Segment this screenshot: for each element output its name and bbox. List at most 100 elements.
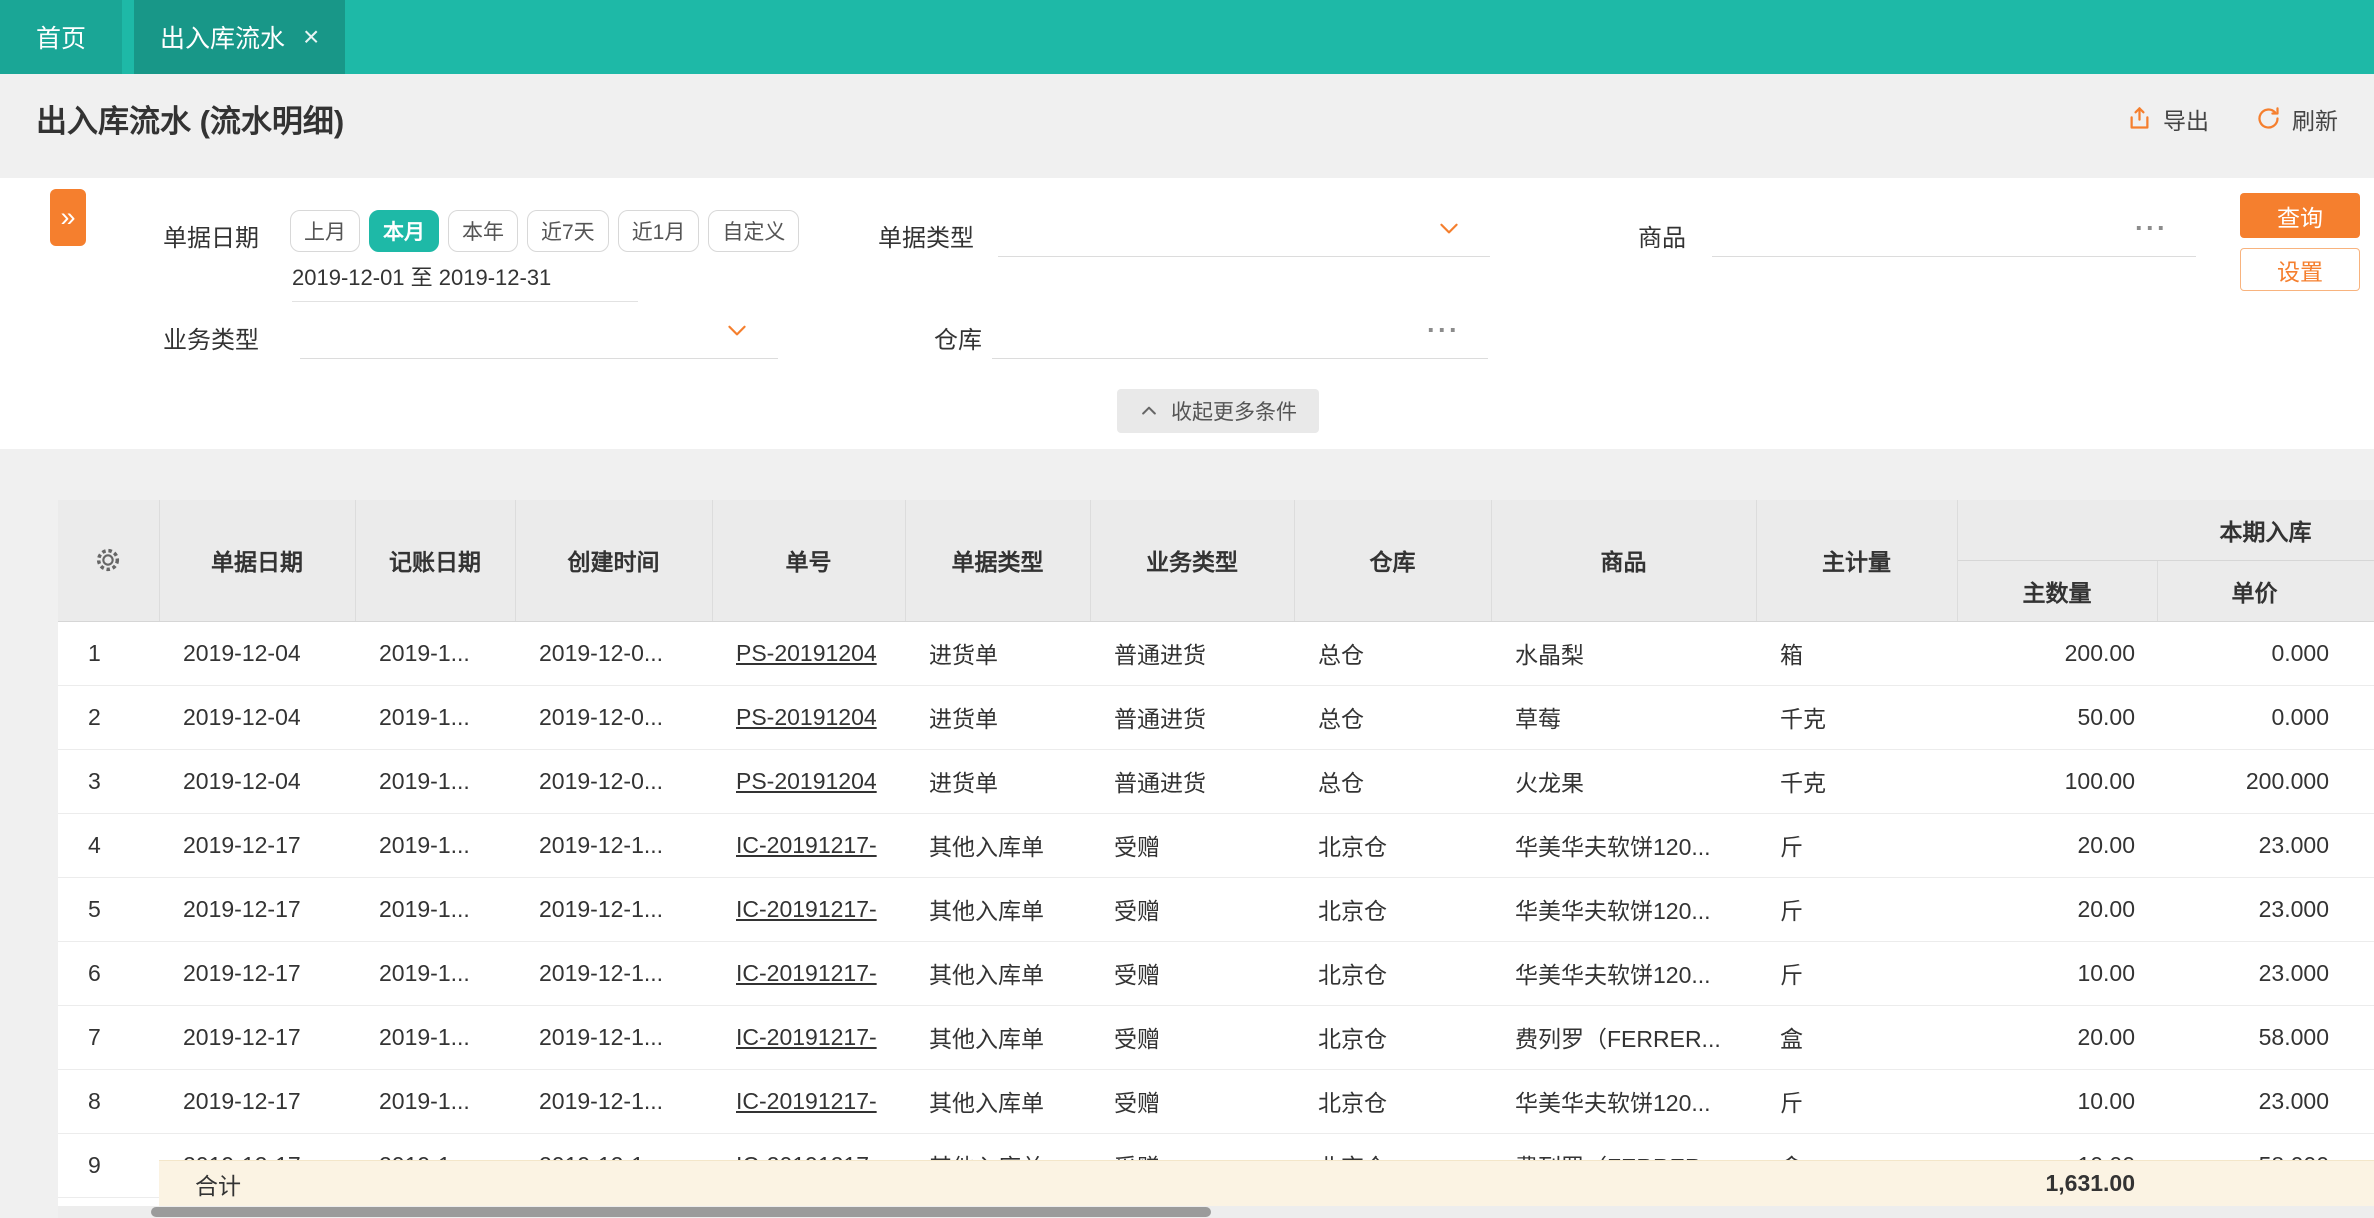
cell-doc-type: 其他入库单	[905, 877, 1090, 942]
cell-warehouse: 总仓	[1294, 749, 1491, 814]
cell-doc-no: IC-20191217-	[712, 941, 905, 1006]
col-header-doc-date[interactable]: 单据日期	[159, 500, 356, 622]
cell-main-unit: 斤	[1756, 877, 1957, 942]
cell-created-time: 2019-12-0...	[515, 685, 712, 750]
cell-biz-type: 受赠	[1090, 813, 1294, 878]
refresh-button[interactable]: 刷新	[2255, 102, 2338, 136]
cell-account-date: 2019-1...	[355, 941, 515, 1006]
cell-unit-price: 0.000	[2157, 685, 2374, 750]
doc-no-link[interactable]: PS-20191204	[736, 768, 877, 794]
table-row[interactable]: 1 2019-12-04 2019-1... 2019-12-0... PS-2…	[58, 621, 2374, 686]
col-header-biz-type[interactable]: 业务类型	[1090, 500, 1295, 622]
doc-no-link[interactable]: IC-20191217-	[736, 896, 877, 922]
top-tab-bar: 首页 出入库流水 ×	[0, 0, 2374, 74]
header-actions: 导出 刷新	[2126, 102, 2338, 136]
cell-doc-no: IC-20191217-	[712, 1005, 905, 1070]
col-header-doc-no[interactable]: 单号	[712, 500, 906, 622]
cell-created-time: 2019-12-0...	[515, 621, 712, 686]
table-row[interactable]: 4 2019-12-17 2019-1... 2019-12-1... IC-2…	[58, 813, 2374, 878]
cell-warehouse: 北京仓	[1294, 1069, 1491, 1134]
doc-no-link[interactable]: IC-20191217-	[736, 1088, 877, 1114]
row-index: 3	[58, 749, 159, 814]
cell-created-time: 2019-12-1...	[515, 941, 712, 1006]
preset-this-month[interactable]: 本月	[369, 210, 439, 252]
flow-table: 单据日期 记账日期 创建时间 单号 单据类型 业务类型 仓库 商品 主计量 本期…	[58, 500, 2374, 1218]
row-index: 8	[58, 1069, 159, 1134]
col-header-warehouse[interactable]: 仓库	[1294, 500, 1492, 622]
table-row[interactable]: 5 2019-12-17 2019-1... 2019-12-1... IC-2…	[58, 877, 2374, 942]
preset-last-1-month[interactable]: 近1月	[617, 210, 700, 252]
horizontal-scrollbar[interactable]	[58, 1206, 2374, 1218]
warehouse-label: 仓库	[934, 327, 982, 354]
cell-main-unit: 斤	[1756, 813, 1957, 878]
doc-no-link[interactable]: IC-20191217-	[736, 1024, 877, 1050]
preset-custom[interactable]: 自定义	[708, 210, 800, 252]
table-row[interactable]: 7 2019-12-17 2019-1... 2019-12-1... IC-2…	[58, 1005, 2374, 1070]
export-label: 导出	[2163, 107, 2209, 134]
cell-created-time: 2019-12-1...	[515, 1005, 712, 1070]
cell-biz-type: 普通进货	[1090, 621, 1294, 686]
doc-no-link[interactable]: IC-20191217-	[736, 832, 877, 858]
product-picker[interactable]	[1712, 200, 2196, 257]
refresh-label: 刷新	[2292, 107, 2338, 134]
col-header-product[interactable]: 商品	[1491, 500, 1757, 622]
cell-main-unit: 箱	[1756, 621, 1957, 686]
table-row[interactable]: 3 2019-12-04 2019-1... 2019-12-0... PS-2…	[58, 749, 2374, 814]
cell-doc-type: 其他入库单	[905, 941, 1090, 1006]
preset-this-year[interactable]: 本年	[448, 210, 518, 252]
doc-type-select[interactable]	[998, 200, 1490, 257]
doc-no-link[interactable]: PS-20191204	[736, 704, 877, 730]
cell-biz-type: 受赠	[1090, 1069, 1294, 1134]
table-row[interactable]: 6 2019-12-17 2019-1... 2019-12-1... IC-2…	[58, 941, 2374, 1006]
row-index: 2	[58, 685, 159, 750]
table-row[interactable]: 8 2019-12-17 2019-1... 2019-12-1... IC-2…	[58, 1069, 2374, 1134]
preset-last-month[interactable]: 上月	[290, 210, 360, 252]
settings-button[interactable]: 设置	[2240, 248, 2360, 291]
cell-doc-no: PS-20191204	[712, 749, 905, 814]
biz-type-select[interactable]	[300, 302, 778, 359]
cell-account-date: 2019-1...	[355, 749, 515, 814]
cell-doc-no: IC-20191217-	[712, 1069, 905, 1134]
cell-main-qty: 20.00	[1957, 877, 2157, 942]
cell-unit-price: 0.000	[2157, 621, 2374, 686]
doc-no-link[interactable]: PS-20191204	[736, 640, 877, 666]
col-header-main-qty[interactable]: 主数量	[1957, 560, 2158, 622]
filter-panel: » 单据日期 上月 本月 本年 近7天 近1月 自定义 2019-12-01 至…	[0, 178, 2374, 449]
date-range-value[interactable]: 2019-12-01 至 2019-12-31	[292, 260, 638, 302]
column-settings-header[interactable]	[58, 500, 160, 622]
collapse-conditions-button[interactable]: 收起更多条件	[1117, 389, 1319, 433]
cell-doc-type: 进货单	[905, 749, 1090, 814]
cell-warehouse: 北京仓	[1294, 813, 1491, 878]
cell-doc-date: 2019-12-17	[159, 1005, 355, 1070]
cell-product: 华美华夫软饼120...	[1491, 877, 1756, 942]
col-header-created-time[interactable]: 创建时间	[515, 500, 713, 622]
ellipsis-icon	[2135, 215, 2168, 242]
cell-created-time: 2019-12-1...	[515, 877, 712, 942]
cell-warehouse: 总仓	[1294, 685, 1491, 750]
cell-main-qty: 50.00	[1957, 685, 2157, 750]
query-button[interactable]: 查询	[2240, 193, 2360, 238]
export-button[interactable]: 导出	[2126, 102, 2209, 136]
preset-last-7-days[interactable]: 近7天	[527, 210, 609, 252]
horizontal-scrollbar-thumb[interactable]	[151, 1207, 1211, 1217]
cell-created-time: 2019-12-1...	[515, 1069, 712, 1134]
cell-main-qty: 20.00	[1957, 1005, 2157, 1070]
cell-unit-price: 23.000	[2157, 877, 2374, 942]
cell-account-date: 2019-1...	[355, 621, 515, 686]
table-row[interactable]: 2 2019-12-04 2019-1... 2019-12-0... PS-2…	[58, 685, 2374, 750]
cell-unit-price: 23.000	[2157, 1069, 2374, 1134]
tab-home[interactable]: 首页	[0, 0, 122, 74]
col-header-unit-price[interactable]: 单价	[2157, 560, 2374, 622]
col-header-main-unit[interactable]: 主计量	[1756, 500, 1958, 622]
cell-main-qty: 200.00	[1957, 621, 2157, 686]
col-header-account-date[interactable]: 记账日期	[355, 500, 516, 622]
tab-home-label: 首页	[35, 25, 86, 53]
warehouse-picker[interactable]	[992, 302, 1488, 359]
tab-inout-flow[interactable]: 出入库流水 ×	[134, 0, 346, 74]
cell-doc-date: 2019-12-17	[159, 813, 355, 878]
cell-doc-no: IC-20191217-	[712, 813, 905, 878]
expand-panel-button[interactable]: »	[50, 189, 86, 246]
col-header-doc-type[interactable]: 单据类型	[905, 500, 1091, 622]
close-tab-icon[interactable]: ×	[303, 23, 319, 51]
doc-no-link[interactable]: IC-20191217-	[736, 960, 877, 986]
